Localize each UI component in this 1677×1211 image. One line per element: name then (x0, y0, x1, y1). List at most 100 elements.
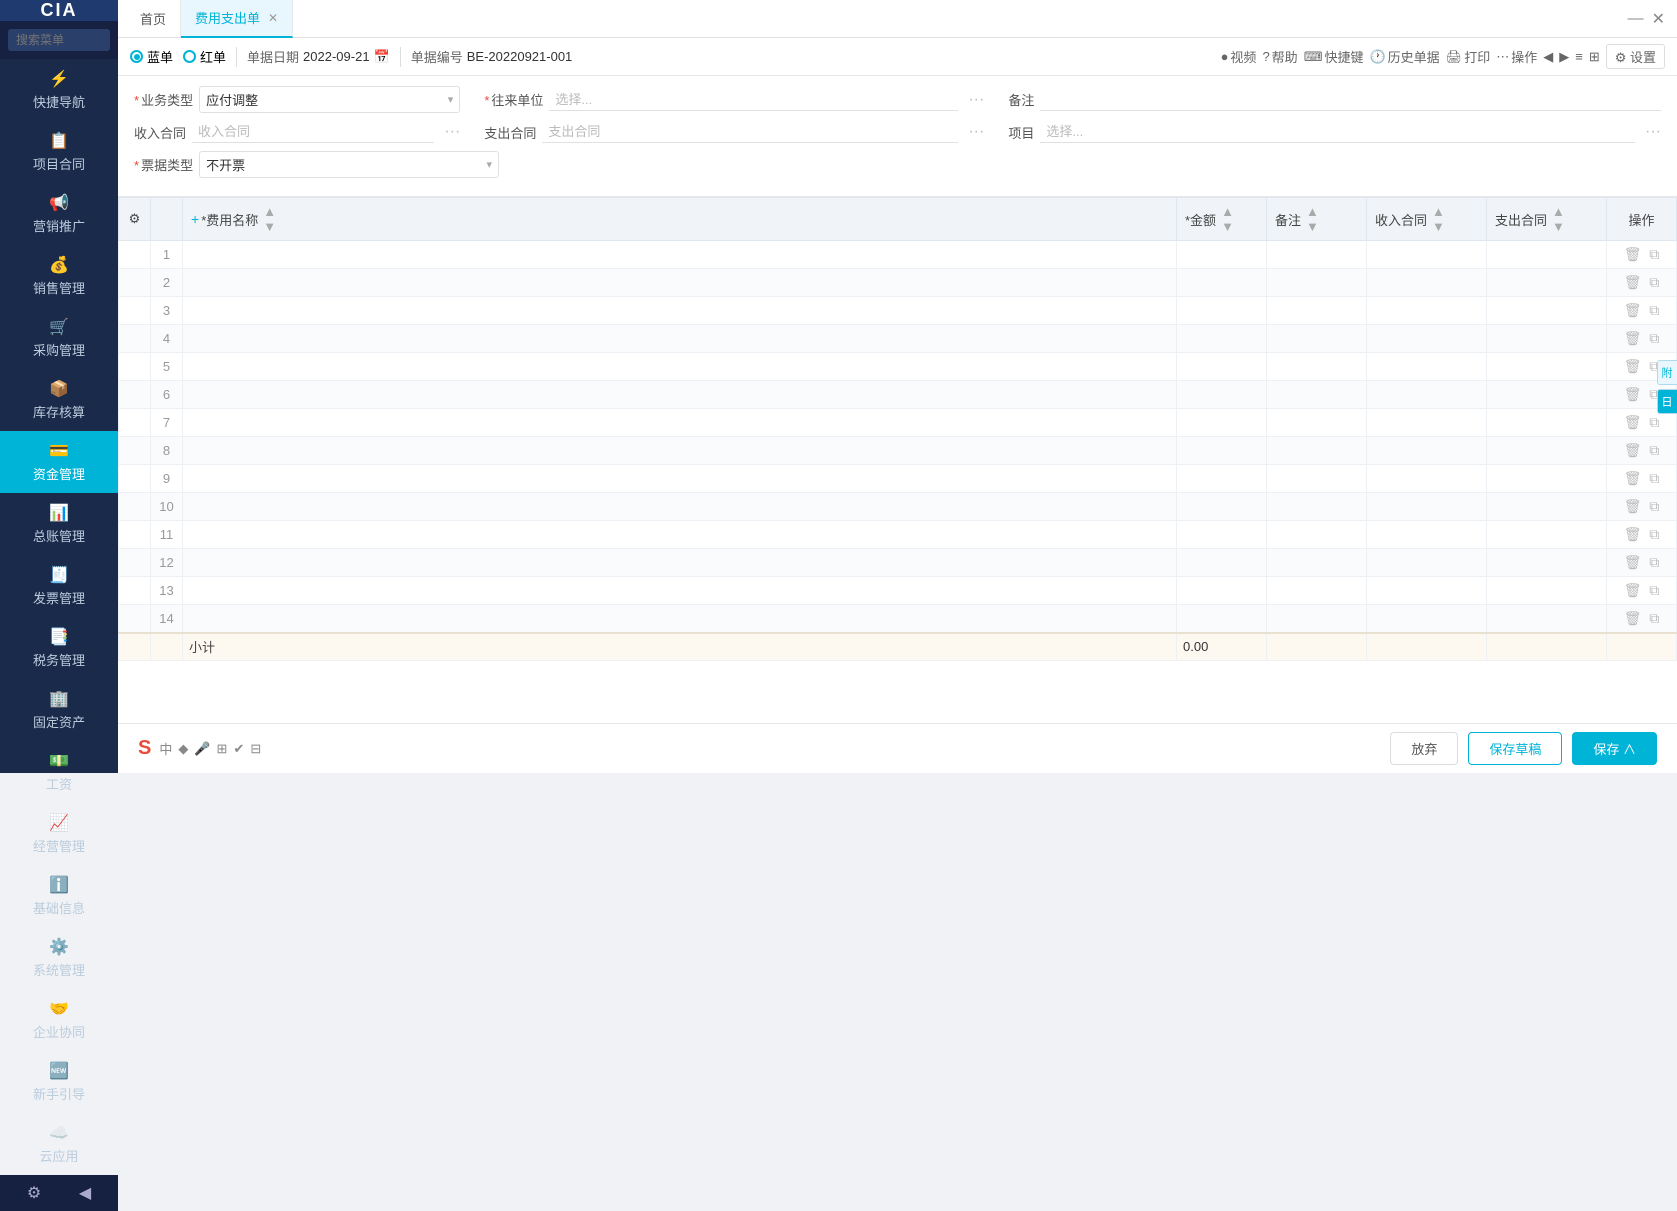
copy-icon-1[interactable]: ⧉ (1649, 246, 1659, 262)
sidebar-item-system[interactable]: ⚙️系统管理 (0, 927, 118, 989)
cell-note-12[interactable] (1267, 549, 1367, 577)
cell-expense-1[interactable] (1487, 241, 1607, 269)
icon-grid[interactable]: ⊞ (217, 741, 228, 757)
cell-note-10[interactable] (1267, 493, 1367, 521)
sidebar-item-sales[interactable]: 💰销售管理 (0, 245, 118, 307)
cell-income-2[interactable] (1367, 269, 1487, 297)
save-button[interactable]: 保存 ∧ (1572, 732, 1657, 765)
expense-contract-dots[interactable]: ··· (968, 123, 984, 141)
cell-income-7[interactable] (1367, 409, 1487, 437)
delete-icon-1[interactable]: 🗑 (1624, 246, 1642, 262)
cell-expense-8[interactable] (1487, 437, 1607, 465)
cell-expense-10[interactable] (1487, 493, 1607, 521)
view-grid-btn[interactable]: ⊞ (1589, 49, 1600, 65)
shortcuts-btn[interactable]: ⌨ 快捷键 (1304, 47, 1364, 66)
copy-icon-2[interactable]: ⧉ (1649, 274, 1659, 290)
cell-income-14[interactable] (1367, 605, 1487, 633)
cell-note-13[interactable] (1267, 577, 1367, 605)
cell-name-3[interactable] (183, 297, 1177, 325)
minimize-button[interactable]: — (1628, 10, 1644, 28)
tab-home[interactable]: 首页 (126, 0, 181, 38)
copy-icon-8[interactable]: ⧉ (1649, 442, 1659, 458)
copy-icon-9[interactable]: ⧉ (1649, 470, 1659, 486)
th-amount[interactable]: *金额 ▲▼ (1177, 198, 1267, 241)
cell-note-5[interactable] (1267, 353, 1367, 381)
cell-expense-2[interactable] (1487, 269, 1607, 297)
cell-note-9[interactable] (1267, 465, 1367, 493)
cell-income-9[interactable] (1367, 465, 1487, 493)
icon-minus[interactable]: ⊟ (250, 741, 261, 757)
cell-note-2[interactable] (1267, 269, 1367, 297)
sidebar-item-tax[interactable]: 📑税务管理 (0, 617, 118, 679)
copy-icon-10[interactable]: ⧉ (1649, 498, 1659, 514)
delete-icon-13[interactable]: 🗑 (1624, 582, 1642, 598)
sidebar-item-project-contract[interactable]: 📋项目合同 (0, 121, 118, 183)
th-gear[interactable]: ⚙ (119, 198, 151, 241)
log-tab[interactable]: 日 (1657, 389, 1677, 414)
cell-expense-6[interactable] (1487, 381, 1607, 409)
help-btn[interactable]: ? 帮助 (1262, 47, 1297, 66)
cell-name-7[interactable] (183, 409, 1177, 437)
cell-expense-13[interactable] (1487, 577, 1607, 605)
cell-expense-9[interactable] (1487, 465, 1607, 493)
cell-income-12[interactable] (1367, 549, 1487, 577)
icon-mic[interactable]: 🎤 (194, 741, 210, 757)
copy-icon-14[interactable]: ⧉ (1649, 610, 1659, 626)
sidebar-item-new-guide[interactable]: 🆕新手引导 (0, 1051, 118, 1113)
discard-button[interactable]: 放弃 (1390, 732, 1458, 765)
copy-icon-7[interactable]: ⧉ (1649, 414, 1659, 430)
cell-income-13[interactable] (1367, 577, 1487, 605)
invoice-type-select[interactable]: 不开票 ▾ (199, 151, 499, 178)
cell-amount-2[interactable] (1177, 269, 1267, 297)
nav-prev-btn[interactable]: ◀ (1543, 49, 1553, 65)
copy-icon-3[interactable]: ⧉ (1649, 302, 1659, 318)
cell-amount-1[interactable] (1177, 241, 1267, 269)
sidebar-item-basic-info[interactable]: ℹ️基础信息 (0, 865, 118, 927)
save-draft-button[interactable]: 保存草稿 (1468, 732, 1562, 765)
cell-note-1[interactable] (1267, 241, 1367, 269)
cell-name-5[interactable] (183, 353, 1177, 381)
cell-income-4[interactable] (1367, 325, 1487, 353)
cell-amount-10[interactable] (1177, 493, 1267, 521)
sidebar-item-marketing[interactable]: 📢营销推广 (0, 183, 118, 245)
cell-name-14[interactable] (183, 605, 1177, 633)
th-note[interactable]: 备注 ▲▼ (1267, 198, 1367, 241)
cell-amount-6[interactable] (1177, 381, 1267, 409)
cell-note-3[interactable] (1267, 297, 1367, 325)
delete-icon-7[interactable]: 🗑 (1624, 414, 1642, 430)
delete-icon-8[interactable]: 🗑 (1624, 442, 1642, 458)
print-btn[interactable]: 🖨 打印 (1446, 47, 1491, 66)
cell-amount-8[interactable] (1177, 437, 1267, 465)
delete-icon-9[interactable]: 🗑 (1624, 470, 1642, 486)
sidebar-item-salary[interactable]: 💵工资 (0, 741, 118, 803)
cell-note-14[interactable] (1267, 605, 1367, 633)
calendar-icon[interactable]: 📅 (374, 49, 390, 65)
cell-name-6[interactable] (183, 381, 1177, 409)
cell-expense-4[interactable] (1487, 325, 1607, 353)
cell-expense-7[interactable] (1487, 409, 1607, 437)
cell-amount-5[interactable] (1177, 353, 1267, 381)
cell-name-12[interactable] (183, 549, 1177, 577)
cell-income-5[interactable] (1367, 353, 1487, 381)
cell-name-11[interactable] (183, 521, 1177, 549)
cell-name-9[interactable] (183, 465, 1177, 493)
sidebar-item-cloud-app[interactable]: ☁️云应用 (0, 1113, 118, 1175)
video-btn[interactable]: ● 视频 (1221, 47, 1257, 66)
cell-expense-14[interactable] (1487, 605, 1607, 633)
search-input[interactable] (8, 29, 110, 51)
cell-amount-13[interactable] (1177, 577, 1267, 605)
cell-expense-5[interactable] (1487, 353, 1607, 381)
sidebar-item-fixed-assets[interactable]: 🏢固定资产 (0, 679, 118, 741)
cell-note-7[interactable] (1267, 409, 1367, 437)
cell-name-10[interactable] (183, 493, 1177, 521)
cell-note-4[interactable] (1267, 325, 1367, 353)
sidebar-item-purchase[interactable]: 🛒采购管理 (0, 307, 118, 369)
income-contract-input[interactable] (192, 121, 434, 143)
th-name[interactable]: + *费用名称 ▲▼ (183, 198, 1177, 241)
cell-amount-14[interactable] (1177, 605, 1267, 633)
cell-income-6[interactable] (1367, 381, 1487, 409)
history-btn[interactable]: 🕐 历史单据 (1369, 47, 1439, 66)
volume-icon[interactable]: ◀ (79, 1183, 91, 1203)
delete-icon-14[interactable]: 🗑 (1624, 610, 1642, 626)
cell-expense-12[interactable] (1487, 549, 1607, 577)
